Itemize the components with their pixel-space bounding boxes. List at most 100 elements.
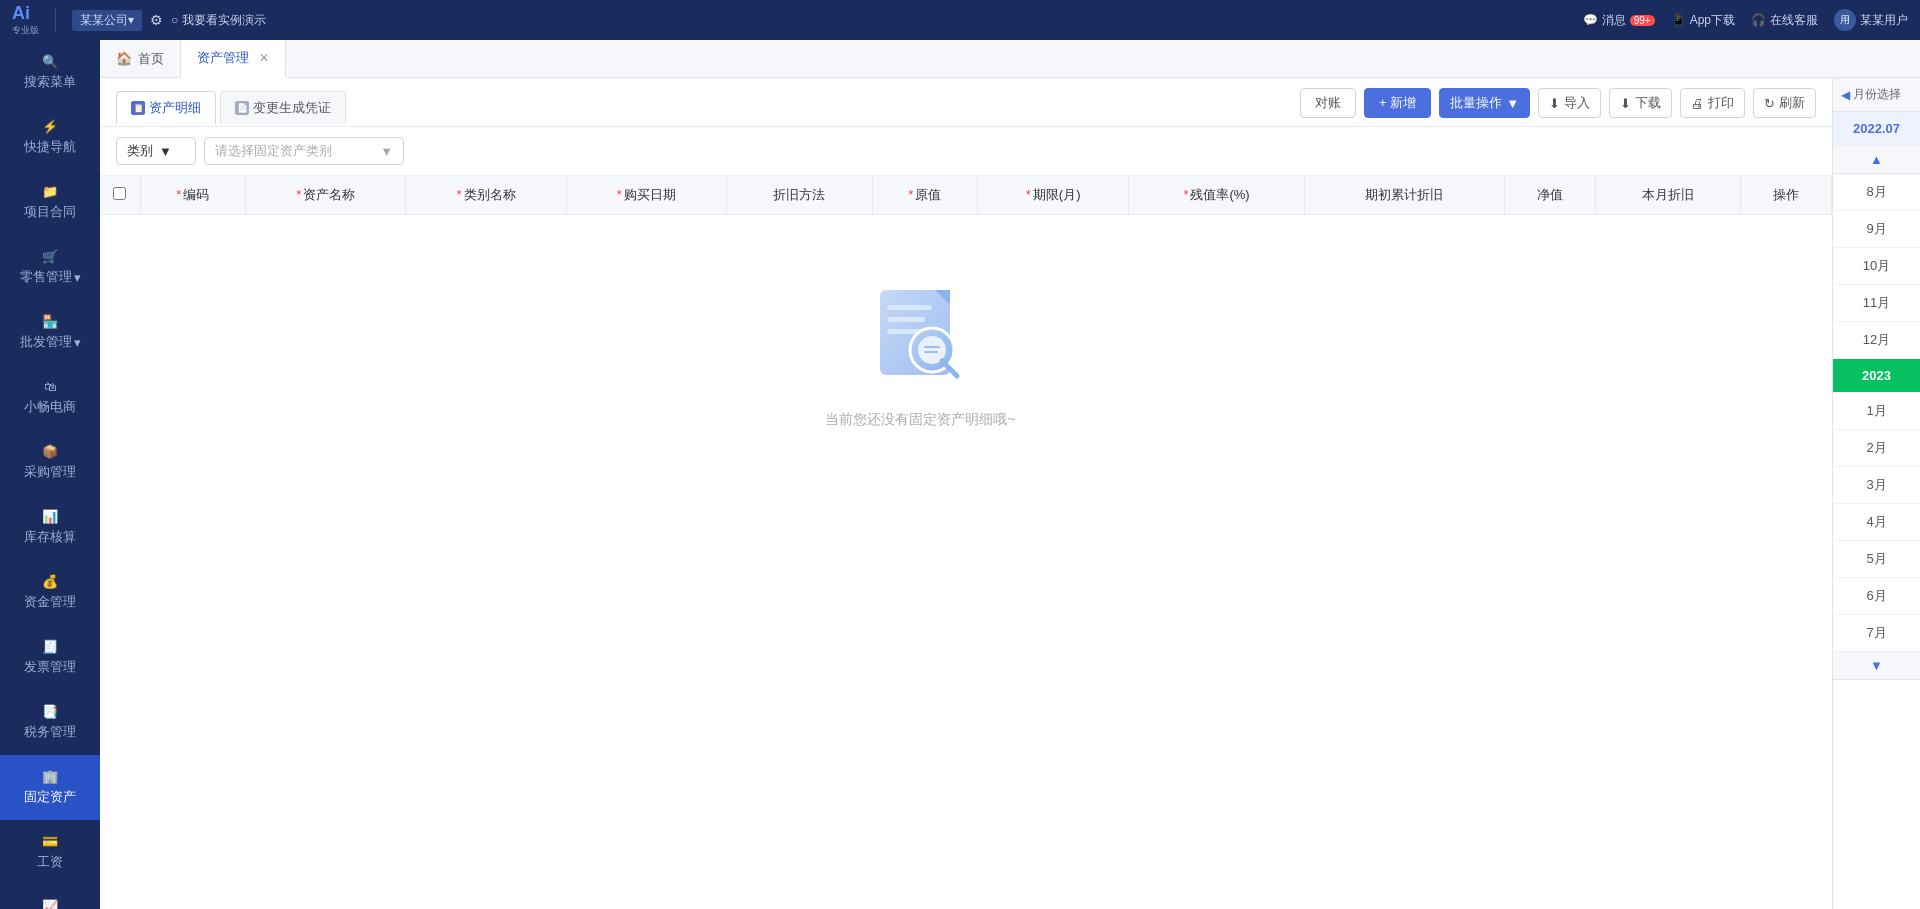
- import-icon: ⬇: [1549, 96, 1560, 111]
- select-all-header[interactable]: [100, 176, 140, 215]
- print-label: 打印: [1708, 94, 1734, 112]
- wholesale-label-group: 批发管理 ▾: [20, 333, 81, 351]
- sidebar-item-finance[interactable]: 💰 资金管理: [0, 560, 100, 625]
- tab-close-icon[interactable]: ✕: [259, 51, 269, 65]
- month-scroll-down[interactable]: ▼: [1833, 652, 1920, 680]
- sidebar-item-fixed-assets[interactable]: 🏢 固定资产: [0, 755, 100, 820]
- month-item-12[interactable]: 12月: [1833, 322, 1920, 359]
- app-download-button[interactable]: 📱 App下载: [1671, 12, 1735, 29]
- operations-icon: 📈: [42, 899, 58, 909]
- org-selector[interactable]: 某某公司▾: [72, 10, 142, 31]
- salary-icon: 💳: [42, 834, 58, 849]
- month-item-5[interactable]: 5月: [1833, 541, 1920, 578]
- month-item-3[interactable]: 3月: [1833, 467, 1920, 504]
- svg-rect-2: [887, 317, 925, 322]
- month-item-current-year[interactable]: 2022.07: [1833, 112, 1920, 146]
- month-8-label: 8月: [1866, 184, 1886, 199]
- sidebar-item-operations[interactable]: 📈 经营管理: [0, 885, 100, 909]
- phone-icon: 📱: [1671, 13, 1686, 27]
- empty-state-row: 当前您还没有固定资产明细哦~: [100, 215, 1832, 490]
- col-name-label: 资产名称: [303, 187, 355, 202]
- month-12-label: 12月: [1863, 332, 1890, 347]
- demo-button[interactable]: ○ 我要看实例演示: [171, 12, 266, 29]
- change-voucher-tab-icon: 📄: [235, 101, 249, 115]
- message-button[interactable]: 💬 消息 99+: [1583, 12, 1655, 29]
- sidebar-label-quick-nav: 快捷导航: [24, 138, 76, 156]
- month-item-10[interactable]: 10月: [1833, 248, 1920, 285]
- sidebar-item-inventory[interactable]: 📊 库存核算: [0, 495, 100, 560]
- settings-icon[interactable]: ⚙: [150, 12, 163, 28]
- sub-tab-asset-detail[interactable]: 📋 资产明细: [116, 91, 216, 124]
- month-item-4[interactable]: 4月: [1833, 504, 1920, 541]
- month-panel-title: 月份选择: [1853, 86, 1901, 103]
- page-content: 📋 资产明细 📄 变更生成凭证 对账 + 新增 批量操: [100, 78, 1920, 909]
- up-arrow-icon: ▲: [1870, 152, 1883, 167]
- select-all-checkbox[interactable]: [113, 187, 126, 200]
- month-10-label: 10月: [1863, 258, 1890, 273]
- sidebar-item-search[interactable]: 🔍 搜索菜单: [0, 40, 100, 105]
- user-avatar: 用: [1834, 9, 1856, 31]
- add-button[interactable]: + 新增: [1364, 88, 1431, 118]
- print-button[interactable]: 🖨 打印: [1680, 88, 1745, 118]
- category-filter-select[interactable]: 请选择固定资产类别 ▼: [204, 137, 404, 165]
- sidebar-item-wholesale[interactable]: 🏪 批发管理 ▾: [0, 300, 100, 365]
- month-panel-expand-left[interactable]: ◀: [1841, 88, 1850, 102]
- month-2-label: 2月: [1866, 440, 1886, 455]
- download-button[interactable]: ⬇ 下载: [1609, 88, 1672, 118]
- batch-label: 批量操作: [1450, 94, 1502, 112]
- logo-area: Ai 专业版: [12, 3, 39, 37]
- sidebar-label-project: 项目合同: [24, 203, 76, 221]
- sidebar-label-invoice: 发票管理: [24, 658, 76, 676]
- month-4-label: 4月: [1866, 514, 1886, 529]
- table-header-row: *编码 *资产名称 *类别名称 *购买日期 折旧方法 *原值 *期限(月) *残…: [100, 176, 1832, 215]
- tab-home[interactable]: 🏠 首页: [100, 40, 181, 78]
- sidebar-item-purchase[interactable]: 📦 采购管理: [0, 430, 100, 495]
- down-arrow-icon: ▼: [1870, 658, 1883, 673]
- category-filter-type[interactable]: 类别 ▼: [116, 137, 196, 165]
- project-icon: 📁: [42, 184, 58, 199]
- month-9-label: 9月: [1866, 221, 1886, 236]
- month-item-7[interactable]: 7月: [1833, 615, 1920, 652]
- sidebar-item-quick-nav[interactable]: ⚡ 快捷导航: [0, 105, 100, 170]
- sidebar-item-salary[interactable]: 💳 工资: [0, 820, 100, 885]
- sidebar-item-retail[interactable]: 🛒 零售管理 ▾: [0, 235, 100, 300]
- content-area: 🏠 首页 资产管理 ✕ 📋 资产明细: [100, 40, 1920, 909]
- refresh-button[interactable]: ↻ 刷新: [1753, 88, 1816, 118]
- sidebar-label-search: 搜索菜单: [24, 73, 76, 91]
- customer-service-button[interactable]: 🎧 在线客服: [1751, 12, 1818, 29]
- sidebar-label-inventory: 库存核算: [24, 528, 76, 546]
- month-item-8[interactable]: 8月: [1833, 174, 1920, 211]
- month-item-11[interactable]: 11月: [1833, 285, 1920, 322]
- table-body: 当前您还没有固定资产明细哦~: [100, 215, 1832, 490]
- logo-icon: Ai: [12, 3, 30, 24]
- sidebar-item-ecommerce[interactable]: 🛍 小畅电商: [0, 365, 100, 430]
- demo-label: 我要看实例演示: [182, 12, 266, 29]
- col-residual-rate-label: 残值率(%): [1190, 187, 1249, 202]
- col-purchase-date-label: 购买日期: [624, 187, 676, 202]
- month-item-year-2023[interactable]: 2023: [1833, 359, 1920, 393]
- tab-asset-mgmt[interactable]: 资产管理 ✕: [181, 40, 286, 78]
- sidebar-item-tax[interactable]: 📑 税务管理: [0, 690, 100, 755]
- month-item-9[interactable]: 9月: [1833, 211, 1920, 248]
- month-1-label: 1月: [1866, 403, 1886, 418]
- sidebar-item-project[interactable]: 📁 项目合同: [0, 170, 100, 235]
- reconcile-button[interactable]: 对账: [1300, 88, 1356, 118]
- sub-tab-change-voucher[interactable]: 📄 变更生成凭证: [220, 91, 346, 124]
- user-profile[interactable]: 用 某某用户: [1834, 9, 1908, 31]
- tax-icon: 📑: [42, 704, 58, 719]
- sidebar-item-invoice[interactable]: 🧾 发票管理: [0, 625, 100, 690]
- col-period-label: 期限(月): [1033, 187, 1081, 202]
- message-count: 99+: [1630, 15, 1655, 26]
- month-item-1[interactable]: 1月: [1833, 393, 1920, 430]
- import-button[interactable]: ⬇ 导入: [1538, 88, 1601, 118]
- category-placeholder-text: 请选择固定资产类别: [215, 142, 332, 160]
- table-container: *编码 *资产名称 *类别名称 *购买日期 折旧方法 *原值 *期限(月) *残…: [100, 176, 1832, 909]
- month-item-2[interactable]: 2月: [1833, 430, 1920, 467]
- batch-button[interactable]: 批量操作 ▼: [1439, 88, 1530, 118]
- main-layout: 🔍 搜索菜单 ⚡ 快捷导航 📁 项目合同 🛒 零售管理 ▾ 🏪 批发管理 ▾: [0, 40, 1920, 909]
- sub-tab-asset-detail-label: 资产明细: [149, 99, 201, 117]
- month-scroll-up[interactable]: ▲: [1833, 146, 1920, 174]
- home-icon: 🏠: [116, 51, 132, 66]
- download-icon: ⬇: [1620, 96, 1631, 111]
- month-item-6[interactable]: 6月: [1833, 578, 1920, 615]
